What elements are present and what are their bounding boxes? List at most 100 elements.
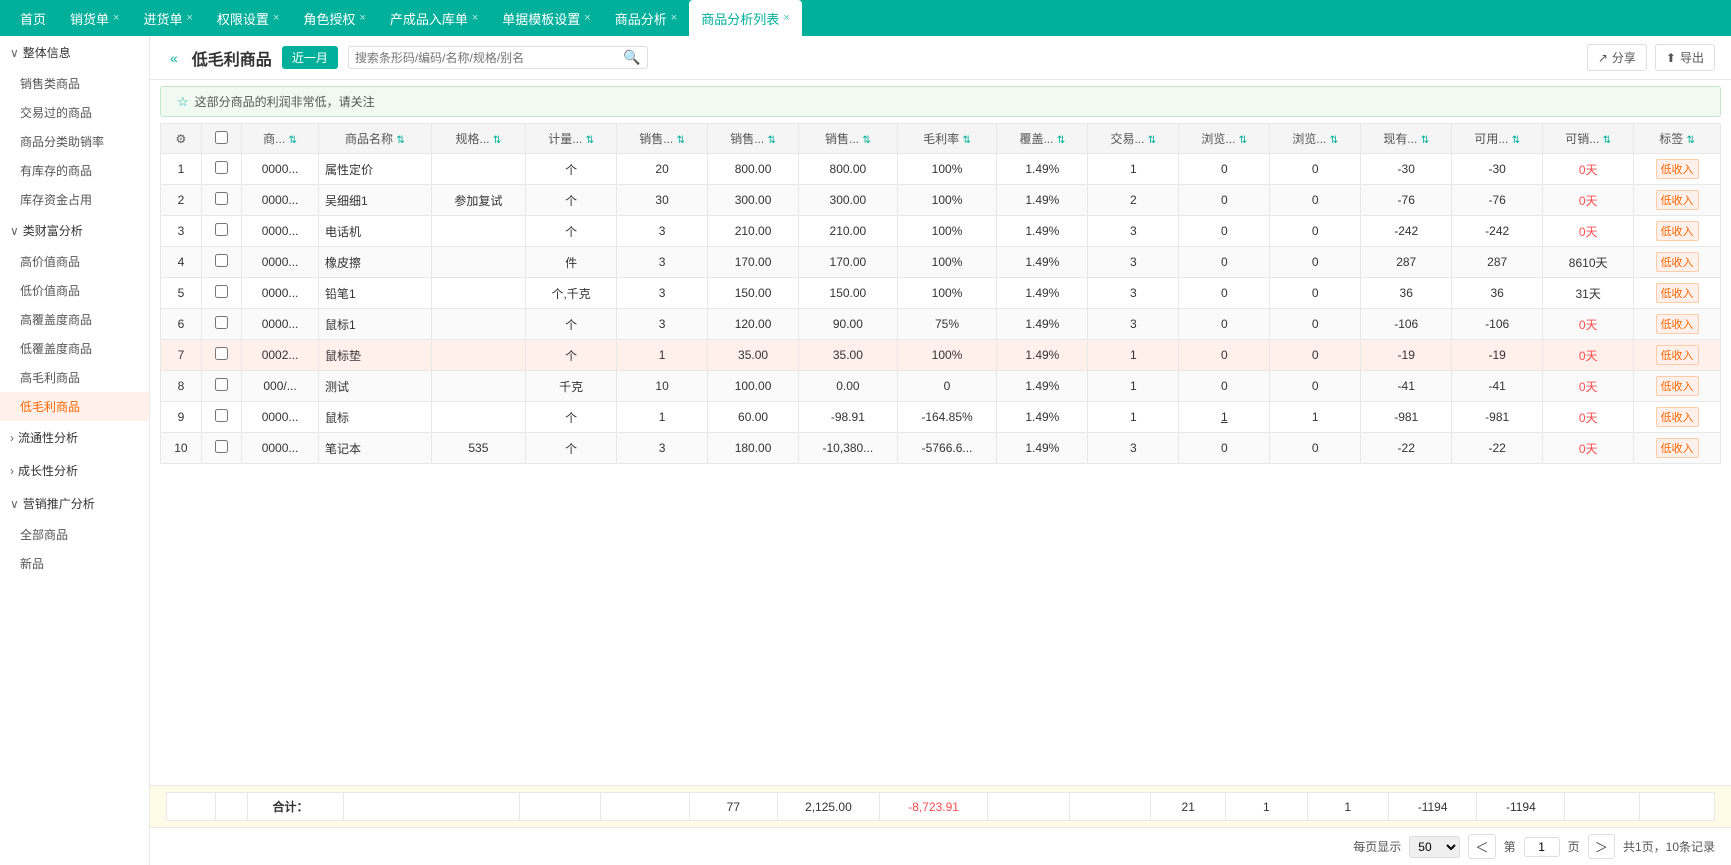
nav-permission-settings[interactable]: 权限设置 × [205, 0, 291, 36]
nav-product-entry[interactable]: 产成品入库单 × [378, 0, 490, 36]
col-margin[interactable]: 毛利率 ⇅ [897, 124, 997, 154]
sort-icon[interactable]: ⇅ [862, 135, 870, 146]
settings-icon[interactable]: ⚙ [176, 132, 187, 146]
nav-template-settings[interactable]: 单据模板设置 × [490, 0, 602, 36]
sort-icon[interactable]: ⇅ [1687, 135, 1695, 146]
col-stock1[interactable]: 现有... ⇅ [1361, 124, 1452, 154]
row-select-checkbox[interactable] [215, 347, 228, 360]
sort-icon[interactable]: ⇅ [1512, 135, 1520, 146]
share-button[interactable]: ↗ 分享 [1587, 44, 1647, 71]
close-icon[interactable]: × [186, 12, 192, 24]
row-browse1[interactable]: 0 [1179, 433, 1270, 464]
row-select-checkbox[interactable] [215, 192, 228, 205]
row-browse1[interactable]: 0 [1179, 340, 1270, 371]
page-size-select[interactable]: 50 20 100 [1409, 836, 1460, 858]
close-icon[interactable]: × [472, 12, 478, 24]
nav-role-auth[interactable]: 角色授权 × [291, 0, 377, 36]
search-input[interactable] [355, 51, 624, 65]
export-button[interactable]: ⬆ 导出 [1655, 44, 1715, 71]
sidebar-section-liquidity[interactable]: › 流通性分析 [0, 421, 149, 454]
row-browse1[interactable]: 0 [1179, 185, 1270, 216]
row-select-checkbox[interactable] [215, 316, 228, 329]
row-checkbox[interactable] [201, 247, 241, 278]
row-checkbox[interactable] [201, 154, 241, 185]
sidebar-item-low-margin[interactable]: 低毛利商品 [0, 392, 149, 421]
sort-icon[interactable]: ⇅ [1330, 135, 1338, 146]
nav-product-analysis-list[interactable]: 商品分析列表 × [689, 0, 801, 36]
sidebar-item-in-stock[interactable]: 有库存的商品 [0, 156, 149, 185]
row-select-checkbox[interactable] [215, 161, 228, 174]
sidebar-section-marketing[interactable]: ∨ 营销推广分析 [0, 487, 149, 520]
col-unit[interactable]: 计量... ⇅ [526, 124, 617, 154]
row-checkbox[interactable] [201, 402, 241, 433]
close-icon[interactable]: × [584, 12, 590, 24]
nav-home[interactable]: 首页 [8, 0, 58, 36]
close-icon[interactable]: × [359, 12, 365, 24]
row-checkbox[interactable] [201, 278, 241, 309]
next-page-button[interactable]: ＞ [1588, 834, 1615, 859]
col-stock3[interactable]: 可销... ⇅ [1543, 124, 1634, 154]
col-stock2[interactable]: 可用... ⇅ [1452, 124, 1543, 154]
row-browse1[interactable]: 0 [1179, 371, 1270, 402]
close-icon[interactable]: × [671, 12, 677, 24]
data-table-container[interactable]: ⚙ 商... ⇅ 商品名称 ⇅ 规格... ⇅ 计量... ⇅ 销售... ⇅ … [150, 123, 1731, 785]
col-tag[interactable]: 标签 ⇅ [1634, 124, 1721, 154]
col-sales1[interactable]: 销售... ⇅ [617, 124, 708, 154]
nav-product-analysis[interactable]: 商品分析 × [603, 0, 689, 36]
sort-icon[interactable]: ⇅ [768, 135, 776, 146]
search-icon[interactable]: 🔍 [623, 49, 640, 66]
sort-icon[interactable]: ⇅ [1148, 135, 1156, 146]
row-checkbox[interactable] [201, 309, 241, 340]
close-icon[interactable]: × [113, 12, 119, 24]
sort-icon[interactable]: ⇅ [1421, 135, 1429, 146]
prev-page-button[interactable]: ＜ [1468, 834, 1495, 859]
sidebar-item-sales-products[interactable]: 销售类商品 [0, 69, 149, 98]
col-coverage[interactable]: 覆盖... ⇅ [997, 124, 1088, 154]
row-select-checkbox[interactable] [215, 378, 228, 391]
row-browse1[interactable]: 0 [1179, 309, 1270, 340]
select-all-checkbox[interactable] [215, 131, 228, 144]
col-sales3[interactable]: 销售... ⇅ [799, 124, 898, 154]
sort-icon[interactable]: ⇅ [1239, 135, 1247, 146]
date-filter-button[interactable]: 近一月 [282, 46, 338, 69]
col-name[interactable]: 商品名称 ⇅ [319, 124, 432, 154]
row-checkbox[interactable] [201, 340, 241, 371]
sidebar-item-high-margin[interactable]: 高毛利商品 [0, 363, 149, 392]
row-select-checkbox[interactable] [215, 440, 228, 453]
sort-icon[interactable]: ⇅ [586, 135, 594, 146]
sort-icon[interactable]: ⇅ [289, 135, 297, 146]
sidebar-item-high-value[interactable]: 高价值商品 [0, 247, 149, 276]
sidebar-section-overall[interactable]: ∨ 整体信息 [0, 36, 149, 69]
sidebar-item-low-value[interactable]: 低价值商品 [0, 276, 149, 305]
row-browse1[interactable]: 0 [1179, 154, 1270, 185]
row-select-checkbox[interactable] [215, 223, 228, 236]
close-icon[interactable]: × [783, 12, 789, 24]
row-checkbox[interactable] [201, 216, 241, 247]
sort-icon[interactable]: ⇅ [396, 135, 404, 146]
nav-sales-order[interactable]: 销货单 × [58, 0, 131, 36]
sidebar-item-traded-products[interactable]: 交易过的商品 [0, 98, 149, 127]
col-settings[interactable]: ⚙ [161, 124, 202, 154]
row-browse1[interactable]: 0 [1179, 278, 1270, 309]
browse-link[interactable]: 1 [1221, 410, 1228, 424]
sort-icon[interactable]: ⇅ [963, 135, 971, 146]
sidebar-item-all-products[interactable]: 全部商品 [0, 520, 149, 549]
col-checkbox[interactable] [201, 124, 241, 154]
page-number-input[interactable] [1524, 837, 1560, 857]
sort-icon[interactable]: ⇅ [677, 135, 685, 146]
row-browse1[interactable]: 1 [1179, 402, 1270, 433]
row-checkbox[interactable] [201, 433, 241, 464]
col-browse2[interactable]: 浏览... ⇅ [1270, 124, 1361, 154]
sidebar-section-wealth[interactable]: ∨ 类财富分析 [0, 214, 149, 247]
col-code[interactable]: 商... ⇅ [242, 124, 319, 154]
row-checkbox[interactable] [201, 185, 241, 216]
row-browse1[interactable]: 0 [1179, 216, 1270, 247]
col-transactions[interactable]: 交易... ⇅ [1088, 124, 1179, 154]
sidebar-section-growth[interactable]: › 成长性分析 [0, 454, 149, 487]
collapse-sidebar-button[interactable]: « [166, 50, 182, 66]
row-select-checkbox[interactable] [215, 254, 228, 267]
sidebar-item-new-products[interactable]: 新品 [0, 549, 149, 578]
row-select-checkbox[interactable] [215, 409, 228, 422]
row-checkbox[interactable] [201, 371, 241, 402]
col-sales2[interactable]: 销售... ⇅ [708, 124, 799, 154]
